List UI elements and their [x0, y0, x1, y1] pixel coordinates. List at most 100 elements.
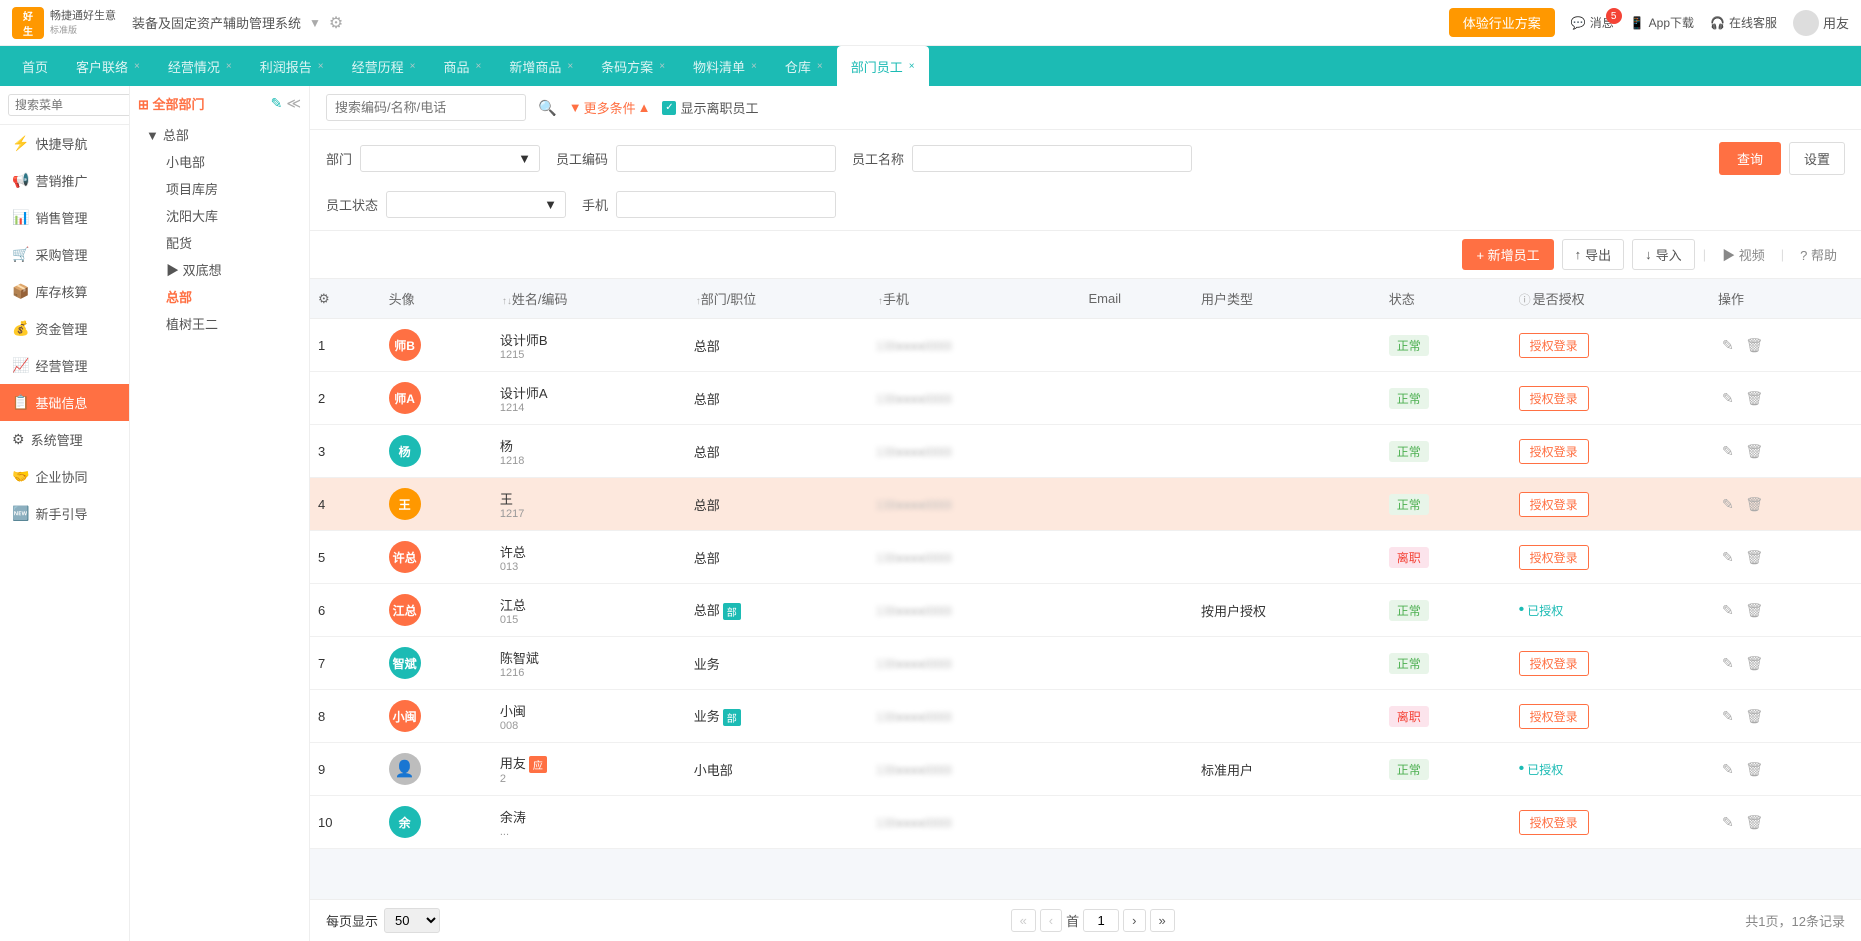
auth-login-button[interactable]: 授权登录: [1519, 439, 1589, 464]
first-page-btn[interactable]: «: [1011, 909, 1036, 932]
sidebar-item-basic-info[interactable]: 📋 基础信息: [0, 384, 129, 421]
edit-button[interactable]: ✎: [1718, 653, 1738, 674]
try-btn[interactable]: 体验行业方案: [1449, 8, 1555, 37]
sidebar-item-purchase[interactable]: 🛒 采购管理: [0, 236, 129, 273]
help-button[interactable]: ? 帮助: [1792, 240, 1845, 269]
tab-goods[interactable]: 商品 ×: [429, 46, 495, 86]
edit-button[interactable]: ✎: [1718, 335, 1738, 356]
th-phone[interactable]: ↑手机: [868, 279, 1081, 319]
tab-new-goods[interactable]: 新增商品 ×: [495, 46, 587, 86]
sidebar-item-quick-nav[interactable]: ⚡ 快捷导航: [0, 125, 129, 162]
delete-button[interactable]: 🗑: [1741, 547, 1767, 568]
delete-button[interactable]: 🗑: [1741, 494, 1767, 515]
auth-login-button[interactable]: 授权登录: [1519, 492, 1589, 517]
settings-icon[interactable]: ⚙: [329, 13, 343, 33]
th-settings[interactable]: ⚙: [310, 279, 381, 319]
close-icon[interactable]: ×: [817, 61, 823, 72]
emp-status-select[interactable]: ▼: [386, 191, 566, 218]
delete-button[interactable]: 🗑: [1741, 335, 1767, 356]
next-page-btn[interactable]: ›: [1123, 909, 1145, 932]
reset-button[interactable]: 设置: [1789, 142, 1845, 175]
close-icon[interactable]: ×: [318, 61, 324, 72]
edit-button[interactable]: ✎: [1718, 494, 1738, 515]
show-resigned-toggle[interactable]: ✓ 显示离职员工: [662, 98, 758, 117]
auth-login-button[interactable]: 授权登录: [1519, 651, 1589, 676]
view-button[interactable]: ▶ 视频: [1714, 240, 1773, 269]
dept-select[interactable]: ▼: [360, 145, 540, 172]
emp-code-input[interactable]: [616, 145, 836, 172]
sidebar-search-input[interactable]: [8, 94, 130, 116]
online-service[interactable]: 🎧 在线客服: [1710, 14, 1777, 31]
edit-button[interactable]: ✎: [1718, 812, 1738, 833]
collapse-tree-icon[interactable]: ≪: [286, 95, 301, 112]
close-icon[interactable]: ×: [659, 61, 665, 72]
query-button[interactable]: 查询: [1719, 142, 1781, 175]
sidebar-item-enterprise[interactable]: 🤝 企业协同: [0, 458, 129, 495]
auth-login-button[interactable]: 授权登录: [1519, 704, 1589, 729]
page-size-select[interactable]: 50 10 20 100: [384, 908, 440, 933]
user-area[interactable]: 用友: [1793, 10, 1849, 36]
edit-tree-icon[interactable]: ✎: [271, 95, 283, 112]
auth-login-button[interactable]: 授权登录: [1519, 810, 1589, 835]
chevron-down-icon[interactable]: ▼: [309, 16, 321, 30]
sidebar-item-sys-mgmt[interactable]: ⚙ 系统管理: [0, 421, 129, 458]
auth-login-button[interactable]: 授权登录: [1519, 386, 1589, 411]
edit-button[interactable]: ✎: [1718, 441, 1738, 462]
search-button[interactable]: 🔍: [538, 99, 557, 117]
edit-button[interactable]: ✎: [1718, 706, 1738, 727]
auth-login-button[interactable]: 授权登录: [1519, 545, 1589, 570]
tree-node-peihuo[interactable]: 配货: [158, 229, 301, 256]
emp-name-input[interactable]: [912, 145, 1192, 172]
last-page-btn[interactable]: »: [1150, 909, 1175, 932]
sidebar-item-operation[interactable]: 📈 经营管理: [0, 347, 129, 384]
close-icon[interactable]: ×: [134, 61, 140, 72]
tab-operation[interactable]: 经营情况 ×: [154, 46, 246, 86]
edit-button[interactable]: ✎: [1718, 388, 1738, 409]
tree-node-zongbu[interactable]: 总部: [158, 283, 301, 310]
add-emp-button[interactable]: + 新增员工: [1462, 239, 1553, 270]
msg-area[interactable]: 💬 消息 5: [1571, 14, 1614, 31]
sidebar-item-finance[interactable]: 💰 资金管理: [0, 310, 129, 347]
delete-button[interactable]: 🗑: [1741, 706, 1767, 727]
tab-bom[interactable]: 物料清单 ×: [679, 46, 771, 86]
delete-button[interactable]: 🗑: [1741, 812, 1767, 833]
sidebar-item-guide[interactable]: 🆕 新手引导: [0, 495, 129, 532]
sidebar-item-marketing[interactable]: 📢 营销推广: [0, 162, 129, 199]
tab-history[interactable]: 经营历程 ×: [338, 46, 430, 86]
more-conditions-btn[interactable]: ▼ 更多条件 ▲: [569, 98, 651, 117]
tree-node-shenyang[interactable]: 沈阳大库: [158, 202, 301, 229]
tree-node-xiaodian[interactable]: 小电部: [158, 148, 301, 175]
edit-button[interactable]: ✎: [1718, 600, 1738, 621]
tab-profit[interactable]: 利润报告 ×: [246, 46, 338, 86]
page-input[interactable]: [1083, 909, 1119, 932]
sidebar-item-inventory[interactable]: 📦 库存核算: [0, 273, 129, 310]
import-button[interactable]: ↓ 导入: [1632, 239, 1695, 270]
close-icon[interactable]: ×: [410, 61, 416, 72]
close-icon[interactable]: ×: [567, 61, 573, 72]
sidebar-item-sales[interactable]: 📊 销售管理: [0, 199, 129, 236]
edit-button[interactable]: ✎: [1718, 759, 1738, 780]
delete-button[interactable]: 🗑: [1741, 600, 1767, 621]
export-button[interactable]: ↑ 导出: [1562, 239, 1625, 270]
th-name-code[interactable]: ↑↓姓名/编码: [492, 279, 686, 319]
prev-page-btn[interactable]: ‹: [1040, 909, 1062, 932]
phone-input[interactable]: [616, 191, 836, 218]
auth-login-button[interactable]: 授权登录: [1519, 333, 1589, 358]
tree-node-project[interactable]: 项目库房: [158, 175, 301, 202]
th-dept-pos[interactable]: ↑部门/职位: [686, 279, 868, 319]
tab-dept-emp[interactable]: 部门员工 ×: [837, 46, 929, 86]
app-download[interactable]: 📱 App下载: [1630, 14, 1694, 31]
tree-node-shuangdi[interactable]: ▶ 双底想: [158, 256, 301, 283]
delete-button[interactable]: 🗑: [1741, 388, 1767, 409]
close-icon[interactable]: ×: [475, 61, 481, 72]
close-icon-active[interactable]: ×: [909, 61, 915, 72]
tab-barcode[interactable]: 条码方案 ×: [587, 46, 679, 86]
close-icon[interactable]: ×: [751, 61, 757, 72]
edit-button[interactable]: ✎: [1718, 547, 1738, 568]
delete-button[interactable]: 🗑: [1741, 441, 1767, 462]
close-icon[interactable]: ×: [226, 61, 232, 72]
tab-customer[interactable]: 客户联络 ×: [62, 46, 154, 86]
tab-warehouse[interactable]: 仓库 ×: [771, 46, 837, 86]
search-input[interactable]: [326, 94, 526, 121]
delete-button[interactable]: 🗑: [1741, 653, 1767, 674]
